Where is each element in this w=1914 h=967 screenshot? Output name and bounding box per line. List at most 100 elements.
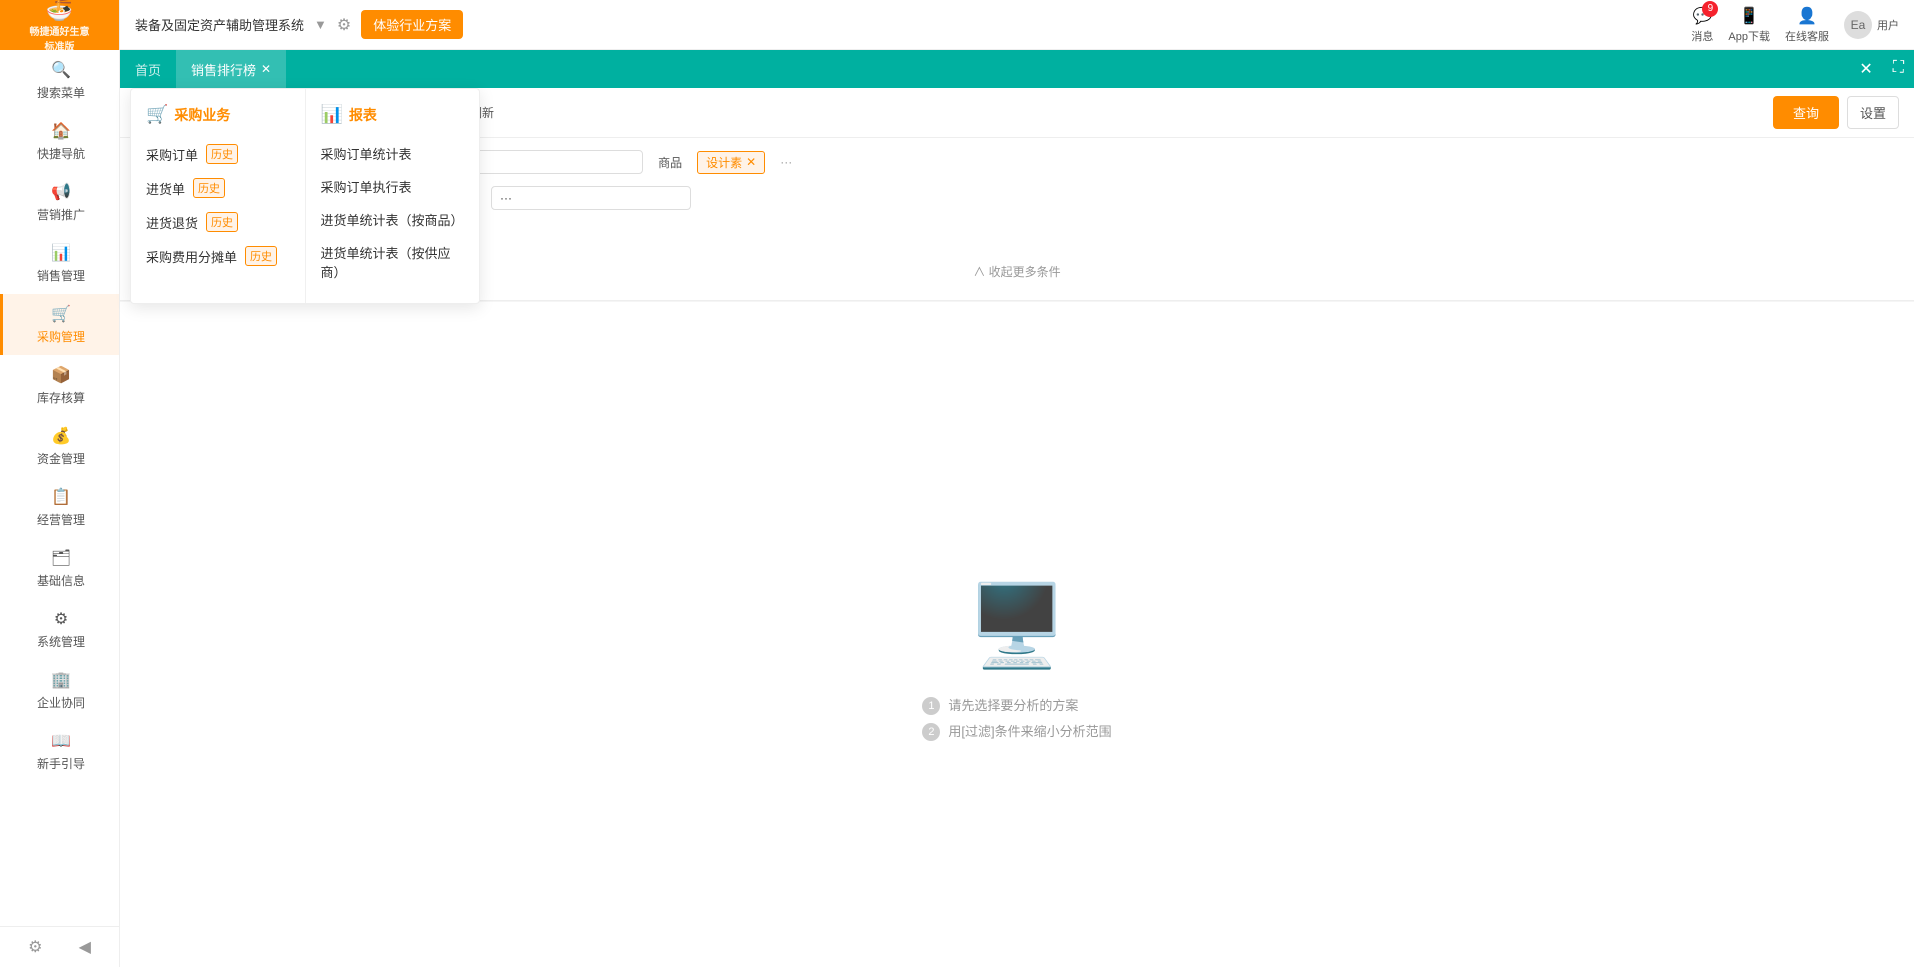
app-icon: 📱 [1739,6,1759,26]
sidebar: 🍜 畅捷通好生意 标准版 🔍 搜索菜单 🏠 快捷导航 📢 营销推广 📊 销售管理… [0,0,120,967]
purchase-order-exec-item[interactable]: 采购订单执行表 [321,170,465,203]
purchase-dropdown-menu: 🛒 采购业务 采购订单 历史 进货单 历史 进货退货 历史 采购费用分摊单 历史… [130,88,480,304]
empty-state: 🖥️ 1 请先选择要分析的方案 2 用[过滤]条件来缩小分析范围 [120,302,1914,967]
incoming-order-label: 进货单 [146,179,185,198]
online-service-btn[interactable]: 👤 在线客服 [1785,6,1829,44]
step1-text: 请先选择要分析的方案 [948,693,1078,719]
salesperson-filter-input[interactable]: ··· [491,186,691,210]
header-title: 装备及固定资产辅助管理系统 [135,15,304,34]
logo-icon: 🍜 [46,0,73,23]
empty-text: 1 请先选择要分析的方案 2 用[过滤]条件来缩小分析范围 [922,693,1111,745]
incoming-stat-supplier-item[interactable]: 进货单统计表（按供应商） [321,236,465,288]
tab-close-icon[interactable]: ✕ [261,62,271,76]
sidebar-item-basic[interactable]: 🗂 基础信息 [0,538,119,599]
collapse-sidebar-btn[interactable]: ◀ [79,937,91,957]
settings-button[interactable]: 设置 [1847,96,1899,129]
salesperson-dots: ··· [500,191,512,205]
sidebar-item-sales-label: 销售管理 [37,267,85,284]
sidebar-item-inventory-label: 库存核算 [37,389,85,406]
tab-bar-actions: ✕ ⛶ [1849,59,1914,79]
industry-btn[interactable]: 体验行业方案 [361,10,463,39]
app-download-btn[interactable]: 📱 App下载 [1728,6,1770,44]
sidebar-item-search[interactable]: 🔍 搜索菜单 [0,50,119,111]
message-btn[interactable]: 💬 9 消息 [1691,6,1713,44]
sidebar-item-operations[interactable]: 📋 经营管理 [0,477,119,538]
goods-filter-label: 商品 [658,154,682,171]
operations-icon: 📋 [51,487,71,507]
sidebar-logo: 🍜 畅捷通好生意 标准版 [0,0,119,50]
query-button[interactable]: 查询 [1773,96,1839,129]
collapse-label: 收起更多条件 [989,265,1061,279]
purchase-expense-label: 采购费用分摊单 [146,247,237,266]
sidebar-item-quicknav[interactable]: 🏠 快捷导航 [0,111,119,172]
settings-footer-btn[interactable]: ⚙ [28,937,42,957]
header-dropdown-icon[interactable]: ▼ [314,17,327,32]
sidebar-item-enterprise[interactable]: 🏢 企业协同 [0,660,119,721]
system-icon: ⚙ [54,609,68,629]
tab-home[interactable]: 首页 [120,50,176,88]
service-icon: 👤 [1797,6,1817,26]
sidebar-item-inventory[interactable]: 📦 库存核算 [0,355,119,416]
collapse-icon: ∧ [973,265,985,279]
app-label: App下载 [1728,28,1770,44]
incoming-order-item[interactable]: 进货单 历史 [146,171,290,205]
avatar-text: Ea [1851,18,1866,32]
goods-tag-close-icon[interactable]: ✕ [746,155,756,169]
incoming-stat-goods-label: 进货单统计表（按商品） [321,210,464,229]
purchase-icon: 🛒 [51,304,71,324]
tab-bar-expand-btn[interactable]: ⛶ [1883,59,1914,79]
sidebar-item-search-label: 搜索菜单 [37,84,85,101]
header-right: 💬 9 消息 📱 App下载 👤 在线客服 Ea 用户 [1691,6,1899,44]
purchase-order-stat-item[interactable]: 采购订单统计表 [321,137,465,170]
sidebar-item-operations-label: 经营管理 [37,511,85,528]
sales-icon: 📊 [51,243,71,263]
sidebar-item-purchase[interactable]: 🛒 采购管理 [0,294,119,355]
header-settings-icon[interactable]: ⚙ [337,15,351,35]
sidebar-item-guide[interactable]: 📖 新手引导 [0,721,119,782]
purchase-return-label: 进货退货 [146,213,198,232]
goods-tag-text: 设计素 [706,154,742,171]
empty-illustration: 🖥️ [967,579,1067,673]
purchase-order-item[interactable]: 采购订单 历史 [146,137,290,171]
tab-bar-close-btn[interactable]: ✕ [1849,59,1882,79]
basic-icon: 🗂 [51,548,71,568]
purchase-order-stat-label: 采购订单统计表 [321,144,412,163]
purchase-section: 🛒 采购业务 采购订单 历史 进货单 历史 进货退货 历史 采购费用分摊单 历史 [131,89,306,303]
incoming-stat-supplier-label: 进货单统计表（按供应商） [321,243,465,281]
incoming-order-history[interactable]: 历史 [193,178,225,198]
message-label: 消息 [1691,28,1713,44]
purchase-return-history[interactable]: 历史 [206,212,238,232]
purchase-return-item[interactable]: 进货退货 历史 [146,205,290,239]
service-label: 在线客服 [1785,28,1829,44]
sidebar-item-system-label: 系统管理 [37,633,85,650]
sidebar-item-marketing-label: 营销推广 [37,206,85,223]
avatar: Ea [1844,11,1872,39]
purchase-expense-item[interactable]: 采购费用分摊单 历史 [146,239,290,273]
sidebar-item-purchase-label: 采购管理 [37,328,85,345]
inventory-icon: 📦 [51,365,71,385]
purchase-order-history[interactable]: 历史 [206,144,238,164]
purchase-expense-history[interactable]: 历史 [245,246,277,266]
tab-bar: 首页 销售排行榜 ✕ ✕ ⛶ [120,50,1914,88]
report-section: 📊 报表 采购订单统计表 采购订单执行表 进货单统计表（按商品） 进货单统计表（… [306,89,480,303]
search-icon: 🔍 [51,60,71,80]
sidebar-item-system[interactable]: ⚙ 系统管理 [0,599,119,660]
message-badge: 9 [1702,1,1718,17]
message-icon: 💬 9 [1692,6,1712,26]
sidebar-item-marketing[interactable]: 📢 营销推广 [0,172,119,233]
toolbar-right: 查询 设置 [1773,96,1899,129]
sidebar-item-sales[interactable]: 📊 销售管理 [0,233,119,294]
logo-brand: 畅捷通好生意 [30,23,90,38]
goods-filter-dots[interactable]: ··· [780,155,792,169]
incoming-stat-goods-item[interactable]: 进货单统计表（按商品） [321,203,465,236]
report-section-title-text: 报表 [349,105,377,125]
goods-filter-tag: 设计素 ✕ [697,151,765,174]
purchase-order-label: 采购订单 [146,145,198,164]
report-section-title: 📊 报表 [321,104,465,125]
sidebar-item-finance[interactable]: 💰 资金管理 [0,416,119,477]
user-btn[interactable]: Ea 用户 [1844,11,1899,39]
enterprise-icon: 🏢 [51,670,71,690]
purchase-section-title: 🛒 采购业务 [146,104,290,125]
finance-icon: 💰 [51,426,71,446]
tab-sales-ranking[interactable]: 销售排行榜 ✕ [176,50,286,88]
